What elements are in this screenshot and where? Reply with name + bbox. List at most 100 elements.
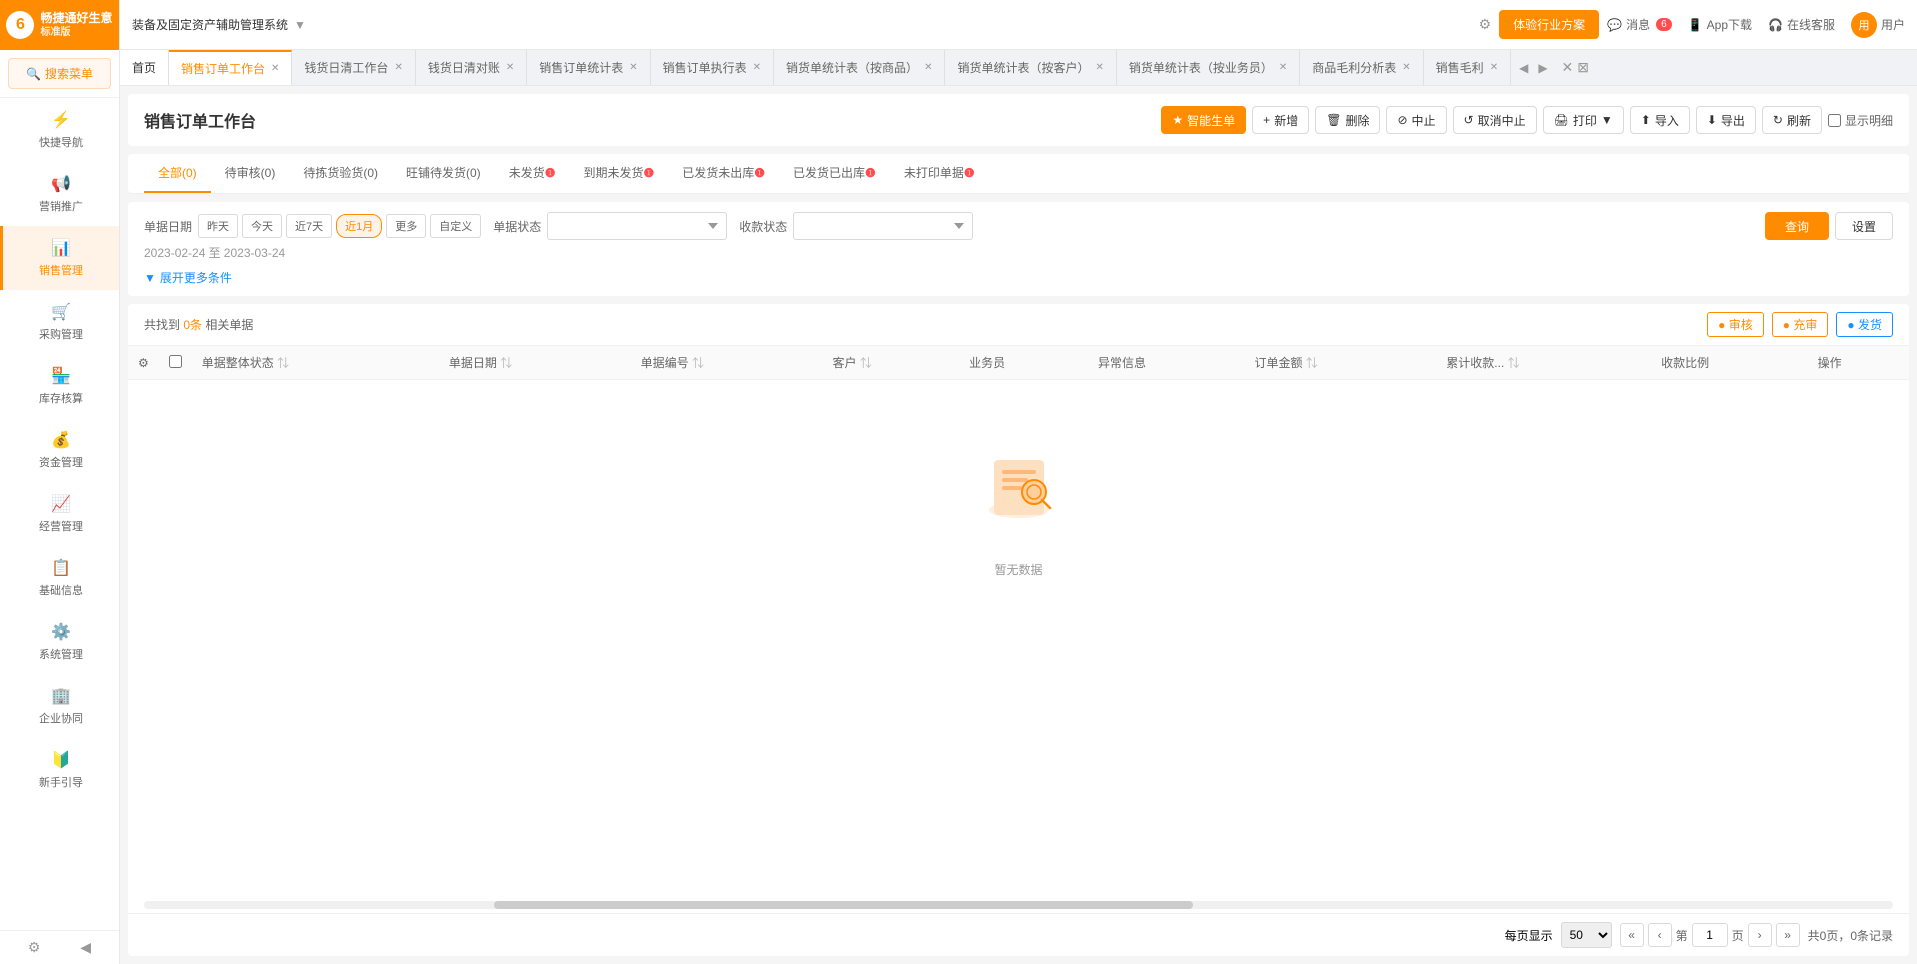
- filter-tab-wangpu-ship[interactable]: 旺铺待发货(0): [392, 154, 495, 193]
- unaudit-button[interactable]: ● 充审: [1772, 312, 1829, 337]
- online-service-button[interactable]: 🎧 在线客服: [1768, 16, 1835, 33]
- col-settings-icon[interactable]: ⚙: [138, 356, 149, 370]
- tab-cash-reconcile[interactable]: 钱货日清对账 ✕: [416, 50, 527, 86]
- audit-dot: ●: [1718, 318, 1725, 332]
- tab-close-icon[interactable]: ✕: [1402, 62, 1410, 73]
- audit-button[interactable]: ● 审核: [1707, 312, 1764, 337]
- sidebar-item-quick-nav[interactable]: ⚡ 快捷导航: [0, 98, 119, 162]
- cancel-suspend-button[interactable]: ↺ 取消中止: [1453, 106, 1537, 134]
- page-number-input[interactable]: [1692, 923, 1728, 947]
- tab-close-icon[interactable]: ✕: [394, 62, 402, 73]
- scrollbar-thumb[interactable]: [494, 901, 1194, 909]
- custom-btn[interactable]: 自定义: [430, 214, 481, 238]
- tab-sales-order-stats[interactable]: 销售订单统计表 ✕: [527, 50, 650, 86]
- print-button[interactable]: 🖨 打印 ▼: [1543, 106, 1624, 134]
- settings-bottom-icon[interactable]: ⚙: [28, 939, 41, 956]
- last-page-button[interactable]: »: [1776, 923, 1800, 947]
- user-menu[interactable]: 用 用户: [1851, 12, 1905, 38]
- horizontal-scrollbar[interactable]: [144, 901, 1893, 909]
- tab-sales-order-exec[interactable]: 销售订单执行表 ✕: [651, 50, 774, 86]
- show-detail-input[interactable]: [1828, 114, 1841, 127]
- toolbar: ★ 智能生单 + 新增 🗑 删除 ⊘ 中止 ↺ 取消中止: [1161, 106, 1893, 134]
- today-btn[interactable]: 今天: [242, 214, 282, 238]
- filter-tab-pending-inspect[interactable]: 待拣货验货(0): [289, 154, 392, 193]
- yesterday-btn[interactable]: 昨天: [198, 214, 238, 238]
- filter-tab-pending-audit[interactable]: 待审核(0): [211, 154, 290, 193]
- sort-amount-icon[interactable]: ⇅: [1306, 356, 1318, 370]
- next-page-button[interactable]: ›: [1748, 923, 1772, 947]
- expand-conditions-button[interactable]: ▼ 展开更多条件: [144, 269, 1893, 286]
- smart-gen-button[interactable]: ★ 智能生单: [1161, 106, 1246, 134]
- tab-close-icon[interactable]: ✕: [629, 62, 637, 73]
- tab-cash-daily[interactable]: 钱货日清工作台 ✕: [292, 50, 415, 86]
- tab-close-icon[interactable]: ✕: [271, 63, 279, 74]
- filter-tab-unprinted[interactable]: 未打印单据❶: [890, 154, 989, 193]
- suspend-button[interactable]: ⊘ 中止: [1386, 106, 1446, 134]
- solution-button[interactable]: 体验行业方案: [1499, 10, 1599, 39]
- tab-close-icon[interactable]: ✕: [1095, 62, 1103, 73]
- cancel-suspend-icon: ↺: [1464, 113, 1474, 127]
- tab-close-icon[interactable]: ✕: [753, 62, 761, 73]
- query-button[interactable]: 查询: [1765, 212, 1829, 240]
- sidebar-item-sales[interactable]: 📊 销售管理: [0, 226, 119, 290]
- prev-page-button[interactable]: ‹: [1648, 923, 1672, 947]
- sidebar-item-marketing[interactable]: 📢 营销推广: [0, 162, 119, 226]
- tab-close-icon[interactable]: ✕: [924, 62, 932, 73]
- tab-sales-stats-staff[interactable]: 销货单统计表（按业务员） ✕: [1117, 50, 1300, 86]
- sidebar-item-operations[interactable]: 📈 经营管理: [0, 482, 119, 546]
- date-range-display: 2023-02-24 至 2023-03-24: [144, 244, 1893, 261]
- filter-tab-all[interactable]: 全部(0): [144, 154, 211, 193]
- sort-number-icon[interactable]: ⇅: [692, 356, 704, 370]
- sidebar-item-purchase[interactable]: 🛒 采购管理: [0, 290, 119, 354]
- tab-home[interactable]: 首页: [120, 50, 169, 86]
- tab-product-margin[interactable]: 商品毛利分析表 ✕: [1300, 50, 1423, 86]
- filter-tab-expired-unshipped[interactable]: 到期未发货❶: [569, 154, 668, 193]
- sort-date-icon[interactable]: ⇅: [500, 356, 512, 370]
- tab-prev-icon[interactable]: ◀: [1515, 59, 1532, 77]
- export-button[interactable]: ⬇ 导出: [1696, 106, 1756, 134]
- close-all-tabs-icon[interactable]: ⊠: [1577, 59, 1589, 76]
- sort-customer-icon[interactable]: ⇅: [860, 356, 872, 370]
- last1m-btn[interactable]: 近1月: [336, 214, 382, 238]
- sort-collected-icon[interactable]: ⇅: [1508, 356, 1520, 370]
- payment-select[interactable]: [793, 212, 973, 240]
- tab-next-icon[interactable]: ▶: [1534, 59, 1551, 77]
- sidebar-item-guide[interactable]: 🔰 新手引导: [0, 738, 119, 802]
- tab-sales-workbench[interactable]: 销售订单工作台 ✕: [169, 50, 292, 86]
- status-select[interactable]: [547, 212, 727, 240]
- filter-tab-unshipped[interactable]: 未发货❶: [495, 154, 570, 193]
- close-current-tab-icon[interactable]: ✕: [1562, 59, 1574, 76]
- sidebar-item-enterprise[interactable]: 🏢 企业协同: [0, 674, 119, 738]
- import-button[interactable]: ⬆ 导入: [1630, 106, 1690, 134]
- tab-close-icon[interactable]: ✕: [1490, 62, 1498, 73]
- set-button[interactable]: 设置: [1835, 212, 1893, 240]
- tab-close-icon[interactable]: ✕: [506, 62, 514, 73]
- ship-button[interactable]: ● 发货: [1836, 312, 1893, 337]
- sidebar-item-inventory[interactable]: 🏪 库存核算: [0, 354, 119, 418]
- filter-tab-shipped-not-out[interactable]: 已发货未出库❶: [668, 154, 779, 193]
- system-icon: ⚙️: [51, 622, 71, 642]
- tab-sales-stats-customer[interactable]: 销货单统计表（按客户） ✕: [945, 50, 1116, 86]
- sidebar-item-finance[interactable]: 💰 资金管理: [0, 418, 119, 482]
- topbar-settings-icon[interactable]: ⚙: [1479, 16, 1492, 33]
- show-detail-checkbox[interactable]: 显示明细: [1828, 112, 1893, 129]
- sort-status-icon[interactable]: ⇅: [277, 356, 289, 370]
- refresh-button[interactable]: ↻ 刷新: [1762, 106, 1822, 134]
- sidebar-item-system[interactable]: ⚙️ 系统管理: [0, 610, 119, 674]
- delete-button[interactable]: 🗑 删除: [1315, 106, 1380, 134]
- message-button[interactable]: 💬 消息 6: [1607, 16, 1672, 33]
- app-download-button[interactable]: 📱 App下载: [1688, 16, 1752, 33]
- last7-btn[interactable]: 近7天: [286, 214, 332, 238]
- per-page-select[interactable]: 50 100: [1561, 922, 1612, 948]
- filter-tab-shipped-out[interactable]: 已发货已出库❶: [779, 154, 890, 193]
- select-all-checkbox[interactable]: [169, 355, 182, 368]
- search-menu-button[interactable]: 🔍 搜索菜单: [8, 58, 111, 89]
- collapse-icon[interactable]: ◀: [80, 939, 91, 956]
- tab-sales-profit[interactable]: 销售毛利 ✕: [1424, 50, 1511, 86]
- sidebar-item-basic[interactable]: 📋 基础信息: [0, 546, 119, 610]
- more-btn[interactable]: 更多: [386, 214, 426, 238]
- first-page-button[interactable]: «: [1620, 923, 1644, 947]
- new-button[interactable]: + 新增: [1252, 106, 1309, 134]
- tab-sales-stats-product[interactable]: 销货单统计表（按商品） ✕: [774, 50, 945, 86]
- tab-close-icon[interactable]: ✕: [1279, 62, 1287, 73]
